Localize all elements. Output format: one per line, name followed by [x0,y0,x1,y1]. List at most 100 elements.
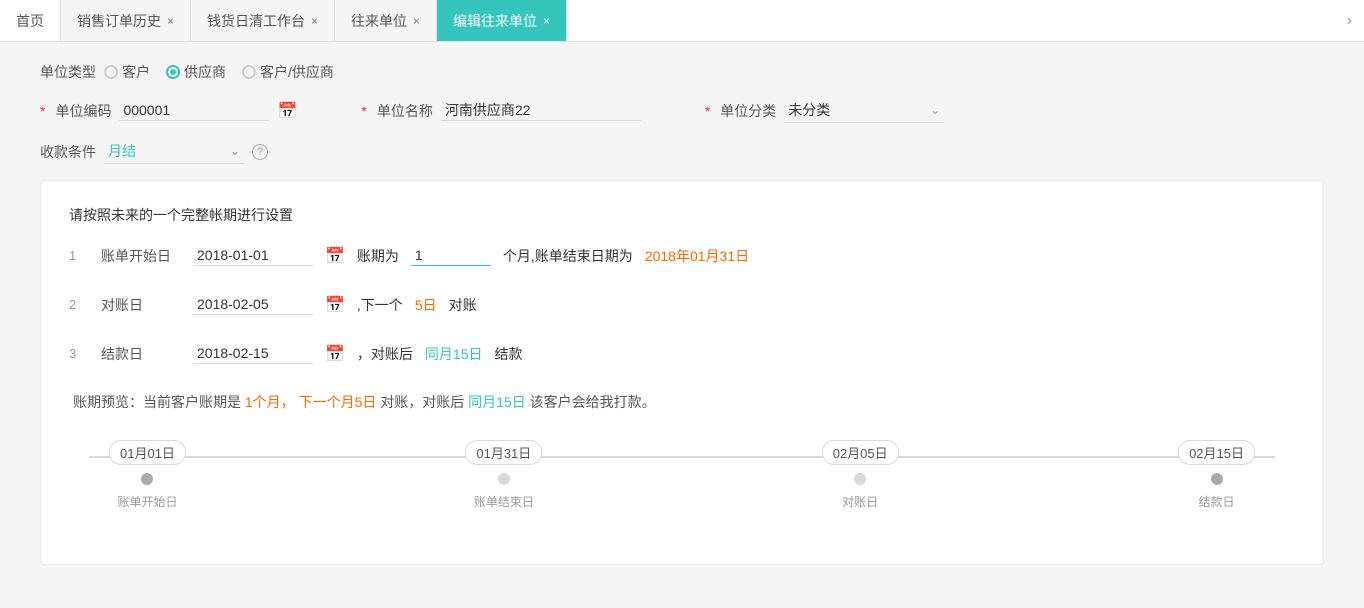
tab-cash-work[interactable]: 钱货日清工作台 × [191,0,335,41]
row-3-num: 3 [69,346,89,361]
setting-row-1: 1 账单开始日 📅 账期为 个月,账单结束日期为 2018年01月31日 [69,245,1295,266]
row-1-date-input[interactable] [193,245,313,266]
tab-sales-history-label: 销售订单历史 [77,11,161,31]
timeline-date-2: 01月31日 [465,440,542,465]
payment-terms-label: 收款条件 [40,142,96,162]
timeline-sublabel-4: 结款日 [1199,493,1235,510]
row-1-period-before: 账期为 [357,246,399,266]
tab-partner-unit-close[interactable]: × [413,14,420,28]
preview-text: 账期预览：当前客户账期是 1个月， 下一个月5日 对账，对账后 同月15日 该客… [69,392,1295,412]
unit-code-star: * [40,103,45,119]
timeline-sublabel-3: 对账日 [842,493,878,510]
row-3-calendar-icon[interactable]: 📅 [325,344,345,364]
timeline-dot-3 [854,473,866,485]
preview-end: 同月15日 [468,394,526,410]
timeline-sublabel-2: 账单结束日 [474,493,534,510]
radio-both[interactable]: 客户/供应商 [242,62,334,82]
tab-sales-history[interactable]: 销售订单历史 × [61,0,191,41]
main-content: 单位类型 客户 供应商 客户/供应商 * 单位编码 [0,42,1364,608]
unit-category-star: * [705,103,710,119]
timeline-dot-2 [498,473,510,485]
timeline-point-3: 02月05日 对账日 [822,440,899,510]
payment-terms-chevron-icon: ⌄ [230,144,240,158]
unit-code-label: 单位编码 [55,101,111,121]
row-1-num: 1 [69,248,89,263]
timeline-date-4: 02月15日 [1178,440,1255,465]
unit-name-item: * 单位名称 [361,100,640,121]
tab-arrow[interactable]: › [1335,0,1364,41]
row-3-label: 结款日 [101,344,181,364]
unit-category-arrow-icon: ⌄ [930,103,940,117]
timeline-point-1: 01月01日 账单开始日 [109,440,186,510]
row-2-suffix1: ,下一个 [357,295,403,315]
timeline-dots: 01月01日 账单开始日 01月31日 账单结束日 02月05日 对账日 [109,440,1255,510]
unit-category-value: 未分类 [788,100,830,120]
unit-category-dropdown[interactable]: 未分类 ⌄ [784,98,944,123]
payment-terms-row: 收款条件 月结 ⌄ ? [40,139,1324,164]
row-1-label: 账单开始日 [101,246,181,266]
tab-sales-history-close[interactable]: × [167,14,174,28]
setting-row-3: 3 结款日 📅 ，对账后 同月15日 结款 [69,343,1295,364]
payment-terms-item: 收款条件 月结 ⌄ ? [40,139,268,164]
timeline-date-1: 01月01日 [109,440,186,465]
radio-supplier[interactable]: 供应商 [166,62,226,82]
payment-terms-value: 月结 [108,141,136,161]
row-2-calendar-icon[interactable]: 📅 [325,295,345,315]
row-3-suffix1: ，对账后 [357,344,413,364]
unit-type-item: 单位类型 客户 供应商 客户/供应商 [40,62,334,82]
tab-edit-partner-label: 编辑往来单位 [453,11,537,31]
row-3-suffix2: 结款 [495,344,523,364]
row-2-suffix2: 对账 [449,295,477,315]
unit-info-row: * 单位编码 📅 * 单位名称 * 单位分类 未分类 ⌄ [40,98,1324,123]
timeline-sublabel-1: 账单开始日 [117,493,177,510]
payment-terms-help-icon[interactable]: ? [252,144,268,160]
tab-partner-unit[interactable]: 往来单位 × [335,0,437,41]
tab-edit-partner[interactable]: 编辑往来单位 × [437,0,567,41]
tab-cash-work-label: 钱货日清工作台 [207,11,305,31]
unit-type-label: 单位类型 [40,62,96,82]
radio-group: 客户 供应商 客户/供应商 [104,62,334,82]
preview-label: 账期预览：当前客户账期是 [73,394,241,410]
row-1-calendar-icon[interactable]: 📅 [325,246,345,266]
tab-edit-partner-close[interactable]: × [543,14,550,28]
row-2-day-highlight: 5日 [415,295,437,315]
row-1-period-after: 个月,账单结束日期为 [503,246,633,266]
unit-name-label: 单位名称 [377,101,433,121]
row-3-day-highlight: 同月15日 [425,344,483,364]
unit-code-input[interactable] [119,100,269,121]
row-1-end-date: 2018年01月31日 [645,246,749,266]
preview-1month: 1个月， [245,394,295,410]
timeline-point-2: 01月31日 账单结束日 [465,440,542,510]
setting-row-2: 2 对账日 📅 ,下一个 5日 对账 [69,294,1295,315]
tab-home[interactable]: 首页 [0,0,61,41]
settings-card: 请按照未来的一个完整帐期进行设置 1 账单开始日 📅 账期为 个月,账单结束日期… [40,180,1324,565]
radio-both-circle [242,65,256,79]
row-2-label: 对账日 [101,295,181,315]
payment-terms-dropdown[interactable]: 月结 ⌄ [104,139,244,164]
timeline-date-3: 02月05日 [822,440,899,465]
radio-customer-circle [104,65,118,79]
row-2-date-input[interactable] [193,294,313,315]
tab-bar: 首页 销售订单历史 × 钱货日清工作台 × 往来单位 × 编辑往来单位 × › [0,0,1364,42]
unit-code-calendar-icon[interactable]: 📅 [277,101,297,121]
unit-name-star: * [361,103,366,119]
row-2-num: 2 [69,297,89,312]
row-3-date-input[interactable] [193,343,313,364]
unit-category-item: * 单位分类 未分类 ⌄ [705,98,944,123]
row-1-period-input[interactable] [411,245,491,266]
radio-supplier-label: 供应商 [184,62,226,82]
radio-customer[interactable]: 客户 [104,62,150,82]
timeline-dot-4 [1211,473,1223,485]
radio-both-label: 客户/供应商 [260,62,334,82]
unit-name-input[interactable] [441,100,641,121]
radio-customer-label: 客户 [122,62,150,82]
tab-cash-work-close[interactable]: × [311,14,318,28]
unit-code-item: * 单位编码 📅 [40,100,297,121]
radio-supplier-circle [166,65,180,79]
preview-middle: 对账，对账后 [380,394,464,410]
preview-tail: 该客户会给我打款。 [530,394,656,410]
unit-category-label: 单位分类 [720,101,776,121]
timeline-point-4: 02月15日 结款日 [1178,440,1255,510]
unit-type-row: 单位类型 客户 供应商 客户/供应商 [40,62,1324,82]
tab-home-label: 首页 [16,11,44,31]
